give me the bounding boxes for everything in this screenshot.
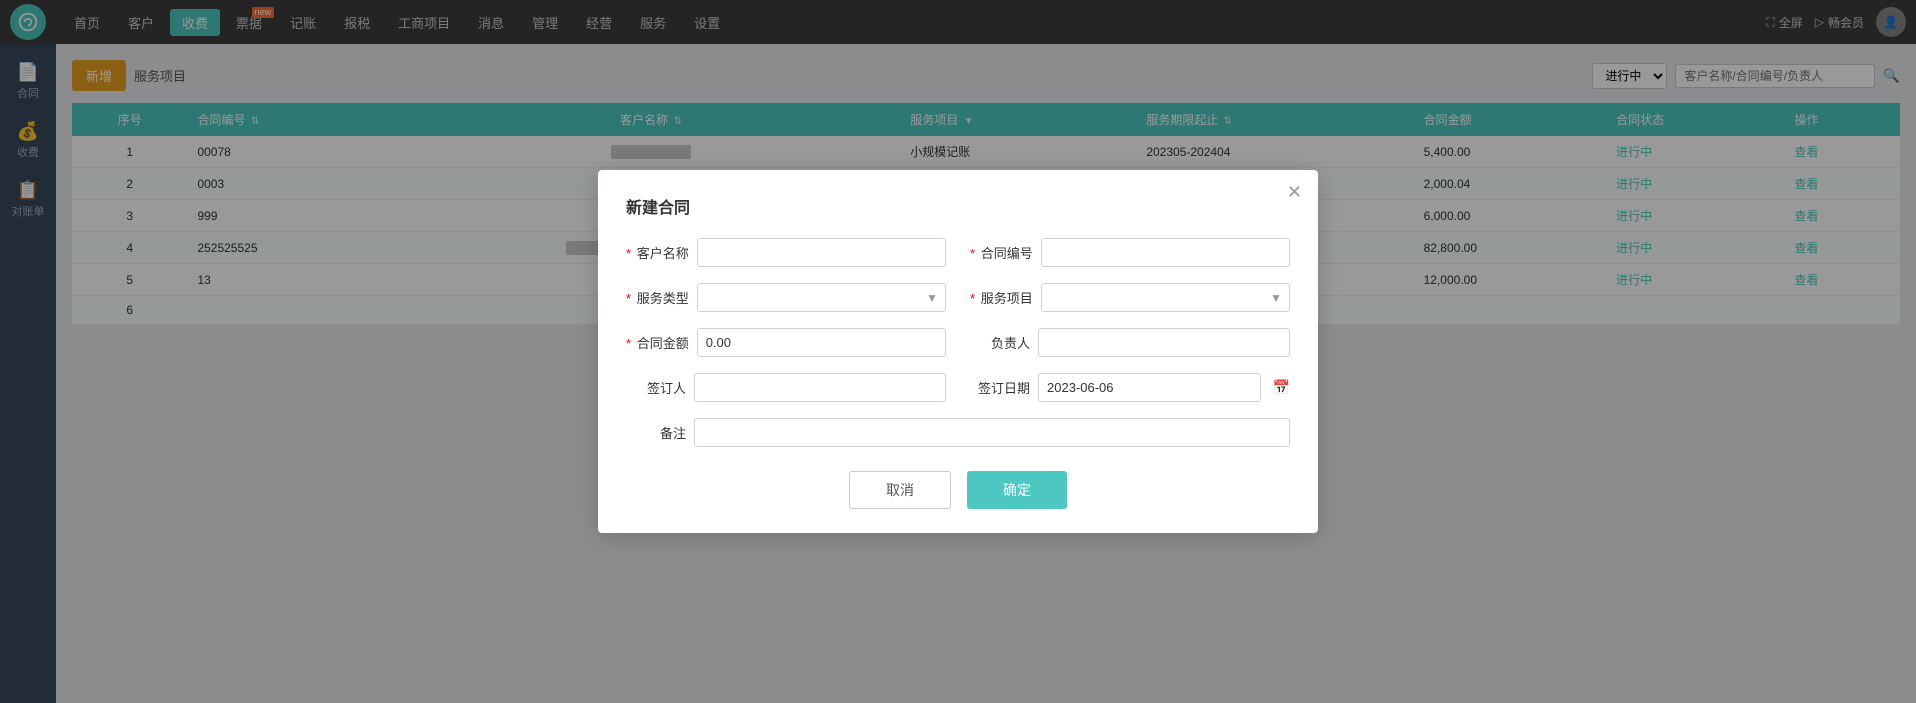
required-star-amount: * xyxy=(626,336,631,351)
label-signer: 签订人 xyxy=(626,378,686,397)
required-star-customer: * xyxy=(626,246,631,261)
confirm-button[interactable]: 确定 xyxy=(967,471,1067,509)
select-service-type[interactable] xyxy=(697,283,946,312)
label-contract-no: * 合同编号 xyxy=(970,243,1033,262)
calendar-icon[interactable]: 📅 xyxy=(1273,379,1290,396)
new-contract-dialog: ✕ 新建合同 * 客户名称 * 合同编号 * xyxy=(598,170,1318,533)
form-row-responsible: 负责人 xyxy=(970,328,1290,357)
dialog-overlay[interactable]: ✕ 新建合同 * 客户名称 * 合同编号 * xyxy=(0,0,1916,703)
label-remark: 备注 xyxy=(626,423,686,442)
form-grid: * 客户名称 * 合同编号 * 服务类型 xyxy=(626,238,1290,402)
label-sign-date: 签订日期 xyxy=(970,378,1030,397)
required-star-service-type: * xyxy=(626,291,631,306)
required-star-contract: * xyxy=(970,246,975,261)
form-row-remark: 备注 xyxy=(626,418,1290,447)
label-responsible: 负责人 xyxy=(970,333,1030,352)
input-responsible[interactable] xyxy=(1038,328,1290,357)
label-service-type: * 服务类型 xyxy=(626,288,689,307)
dialog-footer: 取消 确定 xyxy=(626,471,1290,509)
select-service-item[interactable] xyxy=(1041,283,1290,312)
form-row-sign-date: 签订日期 📅 xyxy=(970,373,1290,402)
label-service-item: * 服务项目 xyxy=(970,288,1033,307)
label-amount: * 合同金额 xyxy=(626,333,689,352)
form-row-signer: 签订人 xyxy=(626,373,946,402)
input-signer[interactable] xyxy=(694,373,946,402)
form-row-service-type: * 服务类型 ▼ xyxy=(626,283,946,312)
form-row-amount: * 合同金额 xyxy=(626,328,946,357)
dialog-title: 新建合同 xyxy=(626,194,1290,218)
form-row-service-item: * 服务项目 ▼ xyxy=(970,283,1290,312)
service-type-wrapper: ▼ xyxy=(697,283,946,312)
form-row-contract-no: * 合同编号 xyxy=(970,238,1290,267)
service-item-wrapper: ▼ xyxy=(1041,283,1290,312)
required-star-service-item: * xyxy=(970,291,975,306)
input-contract-no[interactable] xyxy=(1041,238,1290,267)
input-contract-amount[interactable] xyxy=(697,328,946,357)
label-customer: * 客户名称 xyxy=(626,243,689,262)
form-row-customer: * 客户名称 xyxy=(626,238,946,267)
cancel-button[interactable]: 取消 xyxy=(849,471,951,509)
input-remark[interactable] xyxy=(694,418,1290,447)
dialog-close-button[interactable]: ✕ xyxy=(1287,182,1302,203)
input-sign-date[interactable] xyxy=(1038,373,1261,402)
input-customer-name[interactable] xyxy=(697,238,946,267)
